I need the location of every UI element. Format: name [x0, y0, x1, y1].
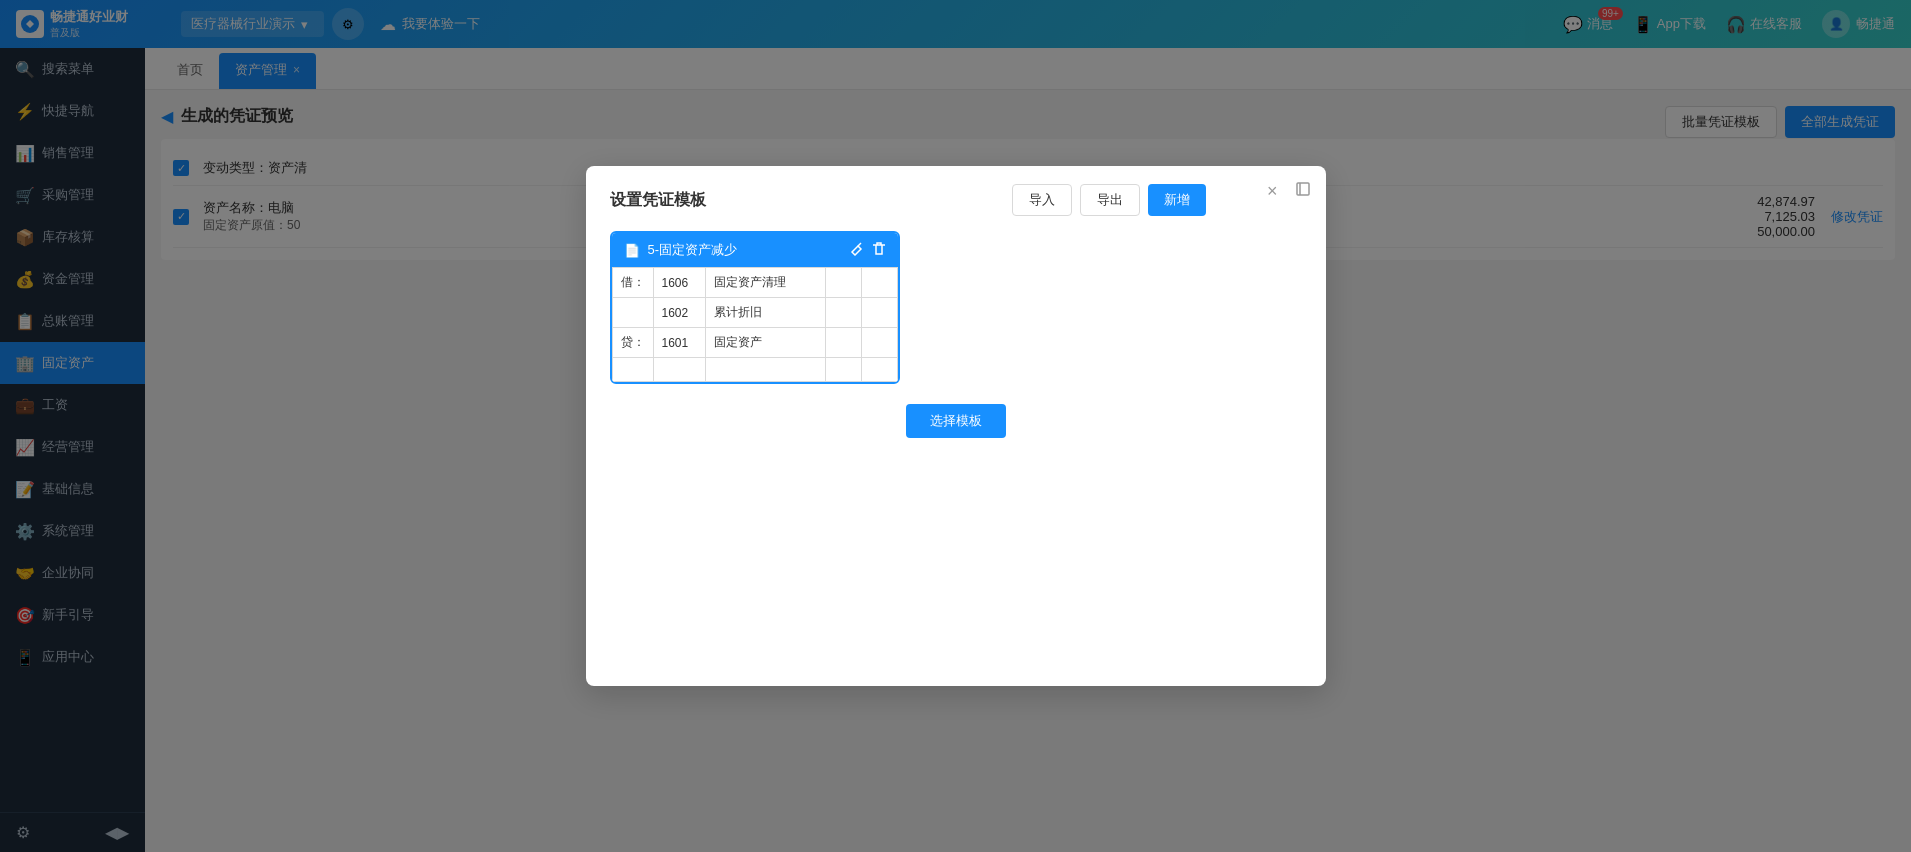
- empty-credit: [861, 358, 897, 382]
- template-card-header: 📄 5-固定资产减少: [612, 233, 898, 267]
- entry-name-3: 固定资产: [705, 328, 825, 358]
- template-header-left: 📄 5-固定资产减少: [624, 241, 738, 259]
- template-edit-icon[interactable]: [850, 242, 864, 259]
- import-button[interactable]: 导入: [1012, 184, 1072, 216]
- template-card: 📄 5-固定资产减少: [610, 231, 900, 384]
- template-card-body: 借： 1606 固定资产清理 1602 累计折旧: [612, 267, 898, 382]
- modal-close-button[interactable]: ×: [1267, 182, 1278, 200]
- modal-maximize-button[interactable]: [1296, 182, 1310, 199]
- template-delete-icon[interactable]: [872, 242, 886, 259]
- entry-side-2: [612, 298, 653, 328]
- template-entry-row-2: 1602 累计折旧: [612, 298, 897, 328]
- select-template-button[interactable]: 选择模板: [906, 404, 1006, 438]
- modal-action-buttons: 导入 导出 新增: [1012, 184, 1206, 216]
- entry-credit-1: [861, 268, 897, 298]
- entry-name-2: 累计折旧: [705, 298, 825, 328]
- set-voucher-template-modal: 设置凭证模板 × 导入 导出 新增 📄 5-固定资产减少: [586, 166, 1326, 686]
- entry-debit-3: [825, 328, 861, 358]
- empty-side: [612, 358, 653, 382]
- empty-code: [653, 358, 705, 382]
- template-entry-row-1: 借： 1606 固定资产清理: [612, 268, 897, 298]
- svg-line-3: [858, 243, 861, 246]
- entry-side-1: 借：: [612, 268, 653, 298]
- entry-side-3: 贷：: [612, 328, 653, 358]
- template-entry-row-empty: [612, 358, 897, 382]
- entry-code-3: 1601: [653, 328, 705, 358]
- entry-name-1: 固定资产清理: [705, 268, 825, 298]
- entry-code-2: 1602: [653, 298, 705, 328]
- modal-overlay: 设置凭证模板 × 导入 导出 新增 📄 5-固定资产减少: [0, 0, 1911, 852]
- empty-debit: [825, 358, 861, 382]
- template-header-actions: [850, 242, 886, 259]
- svg-rect-1: [1297, 183, 1309, 195]
- entry-debit-2: [825, 298, 861, 328]
- entry-credit-2: [861, 298, 897, 328]
- select-template-area: 选择模板: [610, 404, 1302, 438]
- template-entry-row-3: 贷： 1601 固定资产: [612, 328, 897, 358]
- template-name: 5-固定资产减少: [648, 241, 738, 259]
- template-doc-icon: 📄: [624, 243, 640, 258]
- empty-name: [705, 358, 825, 382]
- entry-credit-3: [861, 328, 897, 358]
- template-entries-table: 借： 1606 固定资产清理 1602 累计折旧: [612, 267, 898, 382]
- entry-code-1: 1606: [653, 268, 705, 298]
- entry-debit-1: [825, 268, 861, 298]
- new-template-button[interactable]: 新增: [1148, 184, 1206, 216]
- export-button[interactable]: 导出: [1080, 184, 1140, 216]
